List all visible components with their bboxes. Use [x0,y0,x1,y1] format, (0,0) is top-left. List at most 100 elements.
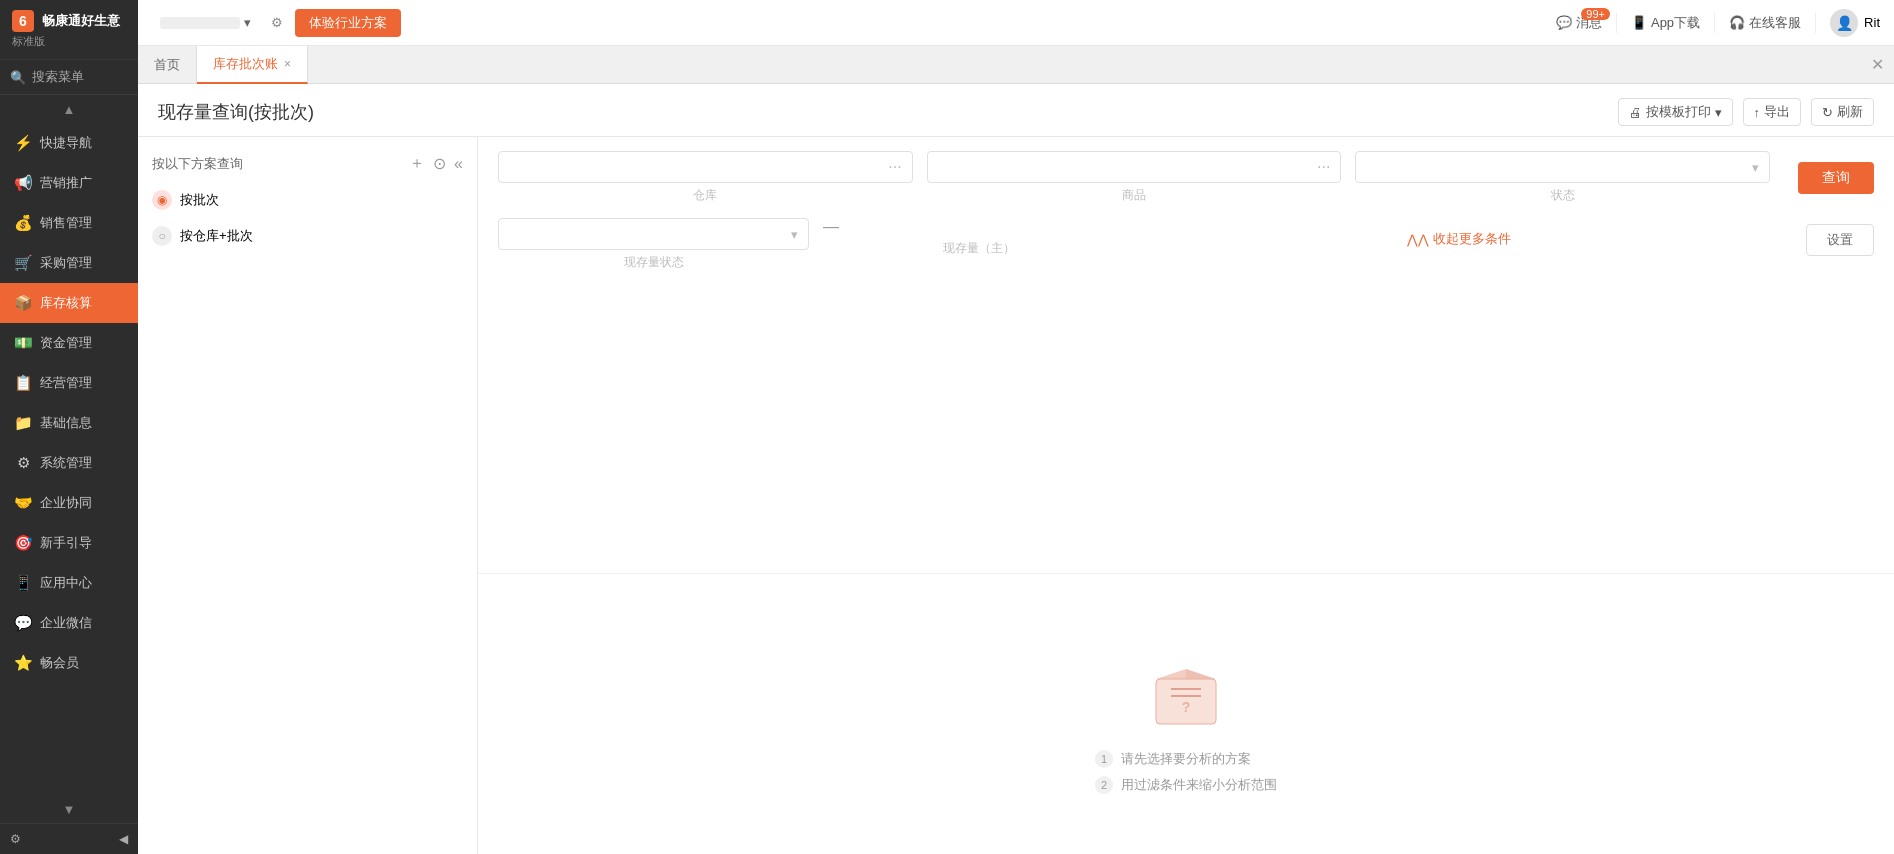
inventory-status-label: 现存量状态 [498,254,809,271]
scheme-settings-btn[interactable]: ⊙ [433,154,446,173]
tabs-bar: 首页 库存批次账 × ✕ [138,46,1894,84]
sidebar-item-newbie[interactable]: 🎯 新手引导 [0,523,138,563]
sidebar-item-basic[interactable]: 📁 基础信息 [0,403,138,443]
export-label: 导出 [1764,103,1790,121]
tab-close-icon[interactable]: × [284,57,291,71]
svg-marker-1 [1156,669,1186,679]
page-actions: 🖨 按模板打印 ▾ ↑ 导出 ↻ 刷新 [1618,98,1875,126]
sidebar-item-inventory[interactable]: 📦 库存核算 [0,283,138,323]
empty-hint-1: 1 请先选择要分析的方案 [1095,750,1277,768]
member-icon: ⭐ [14,654,32,672]
sidebar-item-label: 经营管理 [40,374,92,392]
tab-home-label: 首页 [154,56,180,74]
collapse-conditions-btn[interactable]: ⋀⋀ 收起更多条件 [1407,224,1511,254]
sidebar-item-finance[interactable]: 💵 资金管理 [0,323,138,363]
collapse-area: ⋀⋀ 收起更多条件 [1148,218,1770,254]
inventory-qty-label: 现存量（主） [823,240,1134,257]
dropdown-text [160,17,240,29]
status-filter-group: ▾ 状态 [1355,151,1770,204]
topbar-divider1 [1616,13,1617,33]
sidebar-item-member[interactable]: ⭐ 畅会员 [0,643,138,683]
sidebar-collapse-btn[interactable]: ◀ [119,832,128,846]
sidebar-item-label: 企业协同 [40,494,92,512]
inventory-status-select[interactable]: ▾ [498,218,809,250]
status-select[interactable]: ▾ [1355,151,1770,183]
operation-icon: 📋 [14,374,32,392]
tab-inventory-batch-label: 库存批次账 [213,55,278,73]
sidebar-item-label: 库存核算 [40,294,92,312]
warehouse-label: 仓库 [498,187,913,204]
warehouse-dots-btn[interactable]: ··· [888,158,901,176]
sidebar-item-quick-nav[interactable]: ⚡ 快捷导航 [0,123,138,163]
message-icon: 💬 [1556,15,1572,30]
sidebar-item-system[interactable]: ⚙ 系统管理 [0,443,138,483]
scheme-item-by-batch[interactable]: ◉ 按批次 [138,182,477,218]
trial-industry-btn[interactable]: 体验行业方案 [295,9,401,37]
main-content: 按以下方案查询 ＋ ⊙ « ◉ 按批次 ○ 按仓库+批次 [138,137,1894,854]
template-print-btn[interactable]: 🖨 按模板打印 ▾ [1618,98,1733,126]
sidebar-item-label: 采购管理 [40,254,92,272]
sidebar: 6 畅康通好生意 标准版 🔍 搜索菜单 ▲ ⚡ 快捷导航 📢 营销推广 💰 销售… [0,0,138,854]
sidebar-item-appstore[interactable]: 📱 应用中心 [0,563,138,603]
topbar-divider2 [1714,13,1715,33]
sidebar-item-sales[interactable]: 💰 销售管理 [0,203,138,243]
topbar-app-download-btn[interactable]: 📱 App下载 [1631,14,1700,32]
inventory-qty-dash: — [823,218,839,236]
query-btn[interactable]: 查询 [1798,162,1874,194]
svg-text:?: ? [1182,699,1191,715]
print-dropdown-icon: ▾ [1715,105,1722,120]
scheme-item-by-warehouse-batch[interactable]: ○ 按仓库+批次 [138,218,477,254]
sidebar-item-wechat[interactable]: 💬 企业微信 [0,603,138,643]
scroll-down-arrow[interactable]: ▼ [59,799,79,819]
scheme-item-label: 按仓库+批次 [180,227,253,245]
sidebar-item-purchase[interactable]: 🛒 采购管理 [0,243,138,283]
hint-num-1: 1 [1095,750,1113,768]
search-icon: 🔍 [10,70,26,85]
app-logo-icon: 6 [12,10,34,32]
warehouse-input[interactable]: ··· [498,151,913,183]
export-btn[interactable]: ↑ 导出 [1743,98,1802,126]
purchase-icon: 🛒 [14,254,32,272]
topbar-service-btn[interactable]: 🎧 在线客服 [1729,14,1801,32]
empty-state: ? 1 请先选择要分析的方案 2 用过滤条件来缩小分析范围 [478,574,1894,854]
newbie-icon: 🎯 [14,534,32,552]
sidebar-search[interactable]: 🔍 搜索菜单 [0,60,138,95]
tab-home[interactable]: 首页 [138,46,197,84]
settings-btn[interactable]: 设置 [1806,224,1874,256]
scheme-collapse-btn[interactable]: « [454,155,463,173]
topbar-user-area[interactable]: 👤 Rit [1830,9,1880,37]
sidebar-item-operation[interactable]: 📋 经营管理 [0,363,138,403]
scroll-up-arrow[interactable]: ▲ [59,99,79,119]
sidebar-menu: ⚡ 快捷导航 📢 营销推广 💰 销售管理 🛒 采购管理 📦 库存核算 💵 资金管… [0,123,138,795]
settings-btn-area: 设置 [1784,218,1874,256]
goods-filter-group: ··· 商品 [927,151,1342,204]
filter-scheme-header: 按以下方案查询 ＋ ⊙ « [138,149,477,182]
page-header: 现存量查询(按批次) 🖨 按模板打印 ▾ ↑ 导出 ↻ 刷新 [138,84,1894,137]
goods-input[interactable]: ··· [927,151,1342,183]
inventory-status-group: ▾ 现存量状态 [498,218,809,271]
tab-panel-close-icon[interactable]: ✕ [1871,55,1884,74]
topbar-left: ▾ ⚙ 体验行业方案 [152,9,1546,37]
sidebar-item-label: 企业微信 [40,614,92,632]
svg-marker-2 [1186,669,1216,679]
empty-hint-2: 2 用过滤条件来缩小分析范围 [1095,776,1277,794]
topbar-dropdown[interactable]: ▾ [152,11,259,34]
scheme-inactive-icon: ○ [152,226,172,246]
sidebar-item-label: 畅会员 [40,654,79,672]
refresh-btn[interactable]: ↻ 刷新 [1811,98,1874,126]
hint-num-2: 2 [1095,776,1113,794]
add-scheme-btn[interactable]: ＋ [409,153,425,174]
filter-row-2: ▾ 现存量状态 — 现存量（主） [498,218,1874,271]
sidebar-settings-btn[interactable]: ⚙ [10,832,21,846]
topbar-gear-btn[interactable]: ⚙ [267,11,287,34]
sidebar-item-label: 基础信息 [40,414,92,432]
sidebar-item-marketing[interactable]: 📢 营销推广 [0,163,138,203]
warehouse-filter-group: ··· 仓库 [498,151,913,204]
wechat-icon: 💬 [14,614,32,632]
tab-inventory-batch[interactable]: 库存批次账 × [197,46,308,84]
sidebar-item-enterprise[interactable]: 🤝 企业协同 [0,483,138,523]
topbar-message-btn[interactable]: 💬 消息 99+ [1556,14,1602,32]
refresh-icon: ↻ [1822,105,1833,120]
collapse-label: 收起更多条件 [1433,230,1511,248]
goods-dots-btn[interactable]: ··· [1317,158,1330,176]
